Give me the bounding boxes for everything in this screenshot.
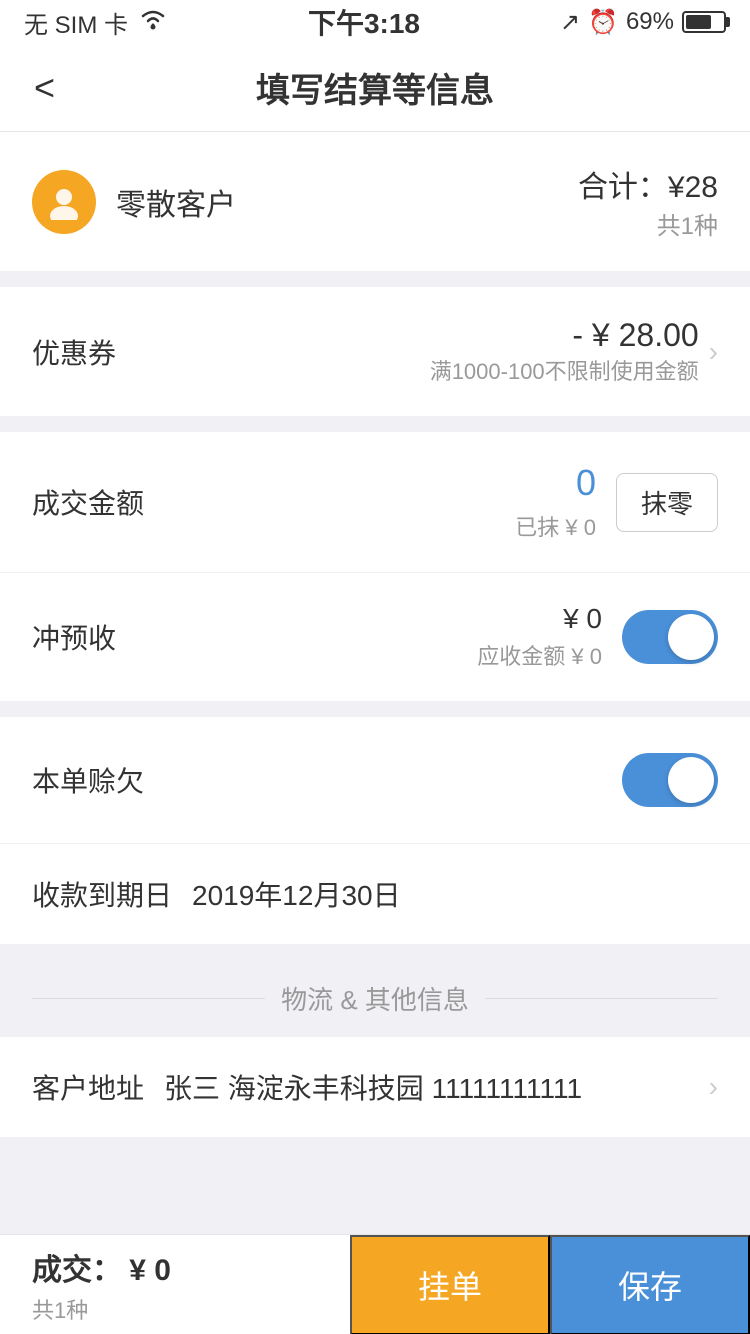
logistics-line-left xyxy=(32,998,265,999)
coupon-row[interactable]: 优惠券 - ¥ 28.00 满1000-100不限制使用金额 › xyxy=(0,287,750,416)
amount-row: 成交金额 0 已抹 ¥ 0 抹零 xyxy=(0,432,750,573)
address-chevron: › xyxy=(709,1071,718,1103)
pre-sub: 应收金额 ¥ 0 xyxy=(477,639,602,671)
status-bar: 无 SIM 卡 下午3:18 ↗ ⏰ 69% xyxy=(0,0,750,44)
logistics-line-right xyxy=(485,998,718,999)
page-title: 填写结算等信息 xyxy=(256,63,494,112)
customer-name: 零散客户 xyxy=(116,180,236,224)
pre-collection-right: ¥ 0 应收金额 ¥ 0 xyxy=(477,603,718,671)
hang-button[interactable]: 挂单 xyxy=(350,1235,550,1334)
wifi-icon xyxy=(138,8,168,37)
deal-label: 成交： xyxy=(32,1254,122,1287)
status-time: 下午3:18 xyxy=(308,2,420,42)
pre-amount: ¥ 0 xyxy=(477,603,602,635)
amount-row-right: 0 已抹 ¥ 0 抹零 xyxy=(515,462,718,542)
coupon-chevron: › xyxy=(709,336,718,368)
bottom-summary: 成交： ¥ 0 共1种 xyxy=(0,1245,350,1325)
amount-label: 成交金额 xyxy=(32,482,144,522)
avatar xyxy=(32,170,96,234)
debt-toggle-knob xyxy=(668,757,714,803)
debt-row: 本单赊欠 xyxy=(0,717,750,843)
coupon-details: - ¥ 28.00 满1000-100不限制使用金额 xyxy=(430,317,699,386)
customer-info: 零散客户 xyxy=(32,170,236,234)
total-amount: 合计：¥28 xyxy=(578,162,718,206)
status-left: 无 SIM 卡 xyxy=(24,5,168,40)
debt-section: 本单赊欠 收款到期日 2019年12月30日 xyxy=(0,717,750,944)
save-button[interactable]: 保存 xyxy=(550,1235,750,1334)
battery-percent: 69% xyxy=(626,8,674,36)
deal-amount: ¥ 0 xyxy=(129,1254,171,1287)
nav-bar: < 填写结算等信息 xyxy=(0,44,750,132)
round-button[interactable]: 抹零 xyxy=(616,473,718,532)
logistics-header: 物流 & 其他信息 xyxy=(0,960,750,1037)
logistics-header-inner: 物流 & 其他信息 xyxy=(32,980,718,1017)
pre-collection-label: 冲预收 xyxy=(32,617,116,657)
back-button[interactable]: < xyxy=(24,57,65,119)
location-icon: ↗ xyxy=(560,8,580,37)
amount-sub: 已抹 ¥ 0 xyxy=(515,510,596,542)
pre-collection-toggle[interactable] xyxy=(622,610,718,664)
battery-icon xyxy=(682,11,726,33)
address-label: 客户地址 xyxy=(32,1067,144,1107)
amount-details: 0 已抹 ¥ 0 xyxy=(515,462,596,542)
bottom-count: 共1种 xyxy=(32,1293,318,1325)
coupon-label: 优惠券 xyxy=(32,332,116,372)
coupon-section: 优惠券 - ¥ 28.00 满1000-100不限制使用金额 › xyxy=(0,287,750,416)
customer-right: 合计：¥28 共1种 xyxy=(578,162,718,241)
bottom-deal: 成交： ¥ 0 xyxy=(32,1245,318,1289)
address-row[interactable]: 客户地址 张三 海淀永丰科技园 11111111111 › xyxy=(0,1037,750,1137)
bottom-bar: 成交： ¥ 0 共1种 挂单 保存 xyxy=(0,1234,750,1334)
coupon-subtext: 满1000-100不限制使用金额 xyxy=(430,354,699,386)
due-date-row: 收款到期日 2019年12月30日 xyxy=(0,843,750,944)
due-date-value: 2019年12月30日 xyxy=(192,874,401,914)
debt-label: 本单赊欠 xyxy=(32,760,144,800)
due-date-label: 收款到期日 xyxy=(32,874,172,914)
debt-toggle[interactable] xyxy=(622,753,718,807)
coupon-right: - ¥ 28.00 满1000-100不限制使用金额 › xyxy=(430,317,718,386)
alarm-icon: ⏰ xyxy=(588,8,618,37)
amount-value: 0 xyxy=(576,462,596,504)
toggle-knob xyxy=(668,614,714,660)
logistics-title: 物流 & 其他信息 xyxy=(281,980,469,1017)
total-count: 共1种 xyxy=(578,206,718,241)
coupon-discount: - ¥ 28.00 xyxy=(430,317,699,354)
customer-section: 零散客户 合计：¥28 共1种 xyxy=(0,132,750,271)
pre-collection-row: 冲预收 ¥ 0 应收金额 ¥ 0 xyxy=(0,573,750,701)
address-value: 张三 海淀永丰科技园 11111111111 xyxy=(164,1067,709,1107)
transaction-section: 成交金额 0 已抹 ¥ 0 抹零 冲预收 ¥ 0 应收金额 ¥ 0 xyxy=(0,432,750,701)
customer-row: 零散客户 合计：¥28 共1种 xyxy=(0,132,750,271)
pre-collection-amounts: ¥ 0 应收金额 ¥ 0 xyxy=(477,603,602,671)
sim-status: 无 SIM 卡 xyxy=(24,5,128,40)
status-right: ↗ ⏰ 69% xyxy=(560,8,726,37)
